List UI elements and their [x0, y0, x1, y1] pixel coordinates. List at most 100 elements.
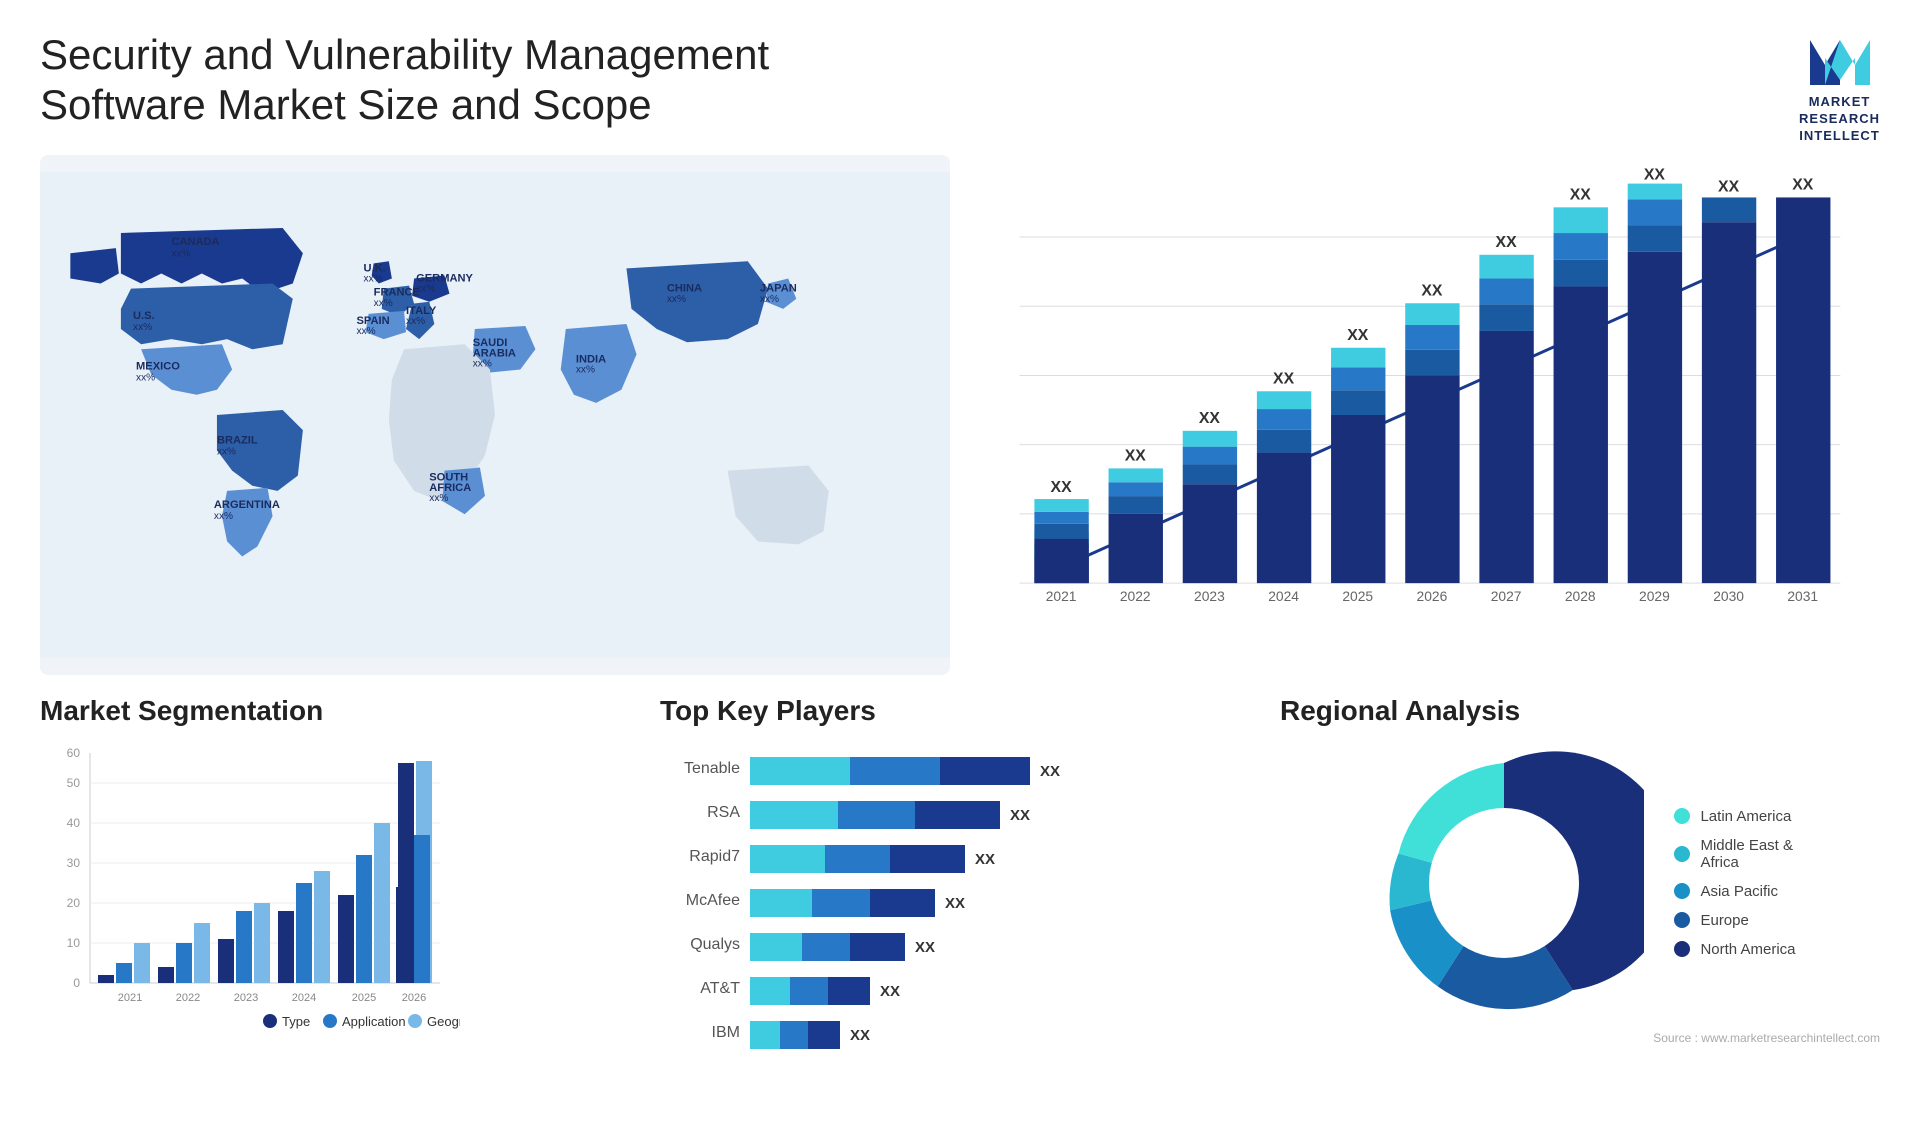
growth-chart-svg: XX 2021 XX 2022 XX 2023 XX 2024 — [980, 165, 1870, 665]
svg-text:XX: XX — [880, 983, 900, 1000]
svg-text:30: 30 — [67, 856, 81, 870]
regional-section: Regional Analysis — [1280, 695, 1880, 1068]
svg-text:xx%: xx% — [576, 364, 595, 375]
svg-text:60: 60 — [67, 746, 81, 760]
header: Security and Vulnerability Management So… — [0, 0, 1920, 155]
main-content: CANADA xx% U.S. xx% MEXICO xx% BRAZIL xx… — [0, 155, 1920, 695]
svg-text:McAfee: McAfee — [686, 892, 740, 909]
svg-text:xx%: xx% — [473, 358, 492, 369]
svg-text:2026: 2026 — [402, 992, 426, 1004]
svg-text:XX: XX — [915, 939, 935, 956]
svg-text:xx%: xx% — [171, 248, 190, 259]
svg-text:XX: XX — [975, 851, 995, 868]
svg-text:xx%: xx% — [136, 372, 155, 383]
svg-text:xx%: xx% — [217, 446, 236, 457]
asia-pacific-label: Asia Pacific — [1700, 883, 1778, 900]
svg-text:xx%: xx% — [364, 273, 383, 284]
svg-text:2023: 2023 — [1194, 588, 1225, 604]
svg-text:Type: Type — [282, 1014, 310, 1029]
svg-text:XX: XX — [1570, 186, 1592, 203]
svg-text:Application: Application — [342, 1014, 406, 1029]
players-chart-svg: Tenable XX RSA XX Rapid7 XX McAfee XX — [660, 743, 1220, 1063]
segmentation-section: Market Segmentation 0 10 20 30 40 50 60 … — [40, 695, 640, 1068]
segmentation-title: Market Segmentation — [40, 695, 640, 727]
growth-chart-section: XX 2021 XX 2022 XX 2023 XX 2024 — [970, 155, 1880, 675]
svg-text:xx%: xx% — [214, 511, 233, 522]
svg-text:CANADA: CANADA — [171, 236, 219, 248]
svg-text:AT&T: AT&T — [700, 980, 740, 997]
north-america-dot — [1674, 941, 1690, 957]
svg-text:ARGENTINA: ARGENTINA — [214, 499, 280, 511]
svg-text:2027: 2027 — [1491, 588, 1522, 604]
europe-dot — [1674, 912, 1690, 928]
svg-text:xx%: xx% — [356, 326, 375, 337]
regional-legend: Latin America Middle East &Africa Asia P… — [1674, 808, 1795, 958]
bottom-row: Market Segmentation 0 10 20 30 40 50 60 … — [0, 695, 1920, 1088]
europe-label: Europe — [1700, 912, 1748, 929]
svg-text:2030: 2030 — [1713, 588, 1744, 604]
middle-east-dot — [1674, 846, 1690, 862]
svg-text:10: 10 — [67, 936, 81, 950]
latin-america-label: Latin America — [1700, 808, 1791, 825]
svg-text:RSA: RSA — [707, 804, 740, 821]
svg-text:xx%: xx% — [429, 493, 448, 504]
svg-text:IBM: IBM — [712, 1024, 740, 1041]
svg-text:Rapid7: Rapid7 — [689, 848, 740, 865]
svg-text:xx%: xx% — [133, 322, 152, 333]
svg-text:2025: 2025 — [1342, 588, 1373, 604]
svg-text:2024: 2024 — [292, 992, 316, 1004]
svg-text:2025: 2025 — [352, 992, 376, 1004]
asia-pacific-dot — [1674, 883, 1690, 899]
svg-text:Geography: Geography — [427, 1014, 460, 1029]
svg-text:2022: 2022 — [176, 992, 200, 1004]
svg-text:2021: 2021 — [1046, 588, 1077, 604]
source-text: Source : www.marketresearchintellect.com — [1280, 1031, 1880, 1045]
svg-text:50: 50 — [67, 776, 81, 790]
svg-text:2031: 2031 — [1787, 588, 1818, 604]
donut-chart-svg — [1364, 743, 1644, 1023]
svg-text:XX: XX — [850, 1027, 870, 1044]
svg-text:40: 40 — [67, 816, 81, 830]
logo-icon — [1805, 30, 1875, 90]
svg-text:Tenable: Tenable — [684, 760, 740, 777]
svg-text:XX: XX — [1644, 166, 1666, 183]
legend-europe: Europe — [1674, 912, 1795, 929]
page-title: Security and Vulnerability Management So… — [40, 30, 940, 131]
svg-text:2026: 2026 — [1417, 588, 1448, 604]
svg-text:2028: 2028 — [1565, 588, 1596, 604]
svg-text:XX: XX — [1792, 176, 1814, 193]
svg-text:XX: XX — [1718, 178, 1740, 195]
svg-text:XX: XX — [1496, 234, 1518, 251]
svg-text:xx%: xx% — [667, 293, 686, 304]
svg-text:Qualys: Qualys — [690, 936, 740, 953]
svg-text:XX: XX — [1199, 410, 1221, 427]
middle-east-label: Middle East &Africa — [1700, 837, 1793, 871]
svg-text:XX: XX — [945, 895, 965, 912]
latin-america-dot — [1674, 808, 1690, 824]
svg-text:BRAZIL: BRAZIL — [217, 434, 258, 446]
svg-text:XX: XX — [1125, 447, 1147, 464]
legend-north-america: North America — [1674, 941, 1795, 958]
svg-text:xx%: xx% — [416, 283, 435, 294]
svg-text:2021: 2021 — [118, 992, 142, 1004]
svg-text:XX: XX — [1273, 370, 1295, 387]
legend-middle-east: Middle East &Africa — [1674, 837, 1795, 871]
regional-title: Regional Analysis — [1280, 695, 1880, 727]
svg-text:XX: XX — [1040, 763, 1060, 780]
segmentation-chart-svg: 0 10 20 30 40 50 60 2021 2022 — [40, 743, 460, 1043]
legend-latin-america: Latin America — [1674, 808, 1795, 825]
svg-text:2024: 2024 — [1268, 588, 1299, 604]
svg-text:XX: XX — [1421, 282, 1443, 299]
svg-text:20: 20 — [67, 896, 81, 910]
svg-text:xx%: xx% — [760, 293, 779, 304]
svg-text:2029: 2029 — [1639, 588, 1670, 604]
north-america-label: North America — [1700, 941, 1795, 958]
donut-container: Latin America Middle East &Africa Asia P… — [1280, 743, 1880, 1023]
svg-text:0: 0 — [73, 976, 80, 990]
svg-text:2022: 2022 — [1120, 588, 1151, 604]
logo-area: MARKETRESEARCHINTELLECT — [1799, 30, 1880, 145]
svg-text:MEXICO: MEXICO — [136, 360, 180, 372]
svg-text:XX: XX — [1347, 327, 1369, 344]
svg-text:XX: XX — [1051, 479, 1073, 496]
svg-text:xx%: xx% — [374, 297, 393, 308]
